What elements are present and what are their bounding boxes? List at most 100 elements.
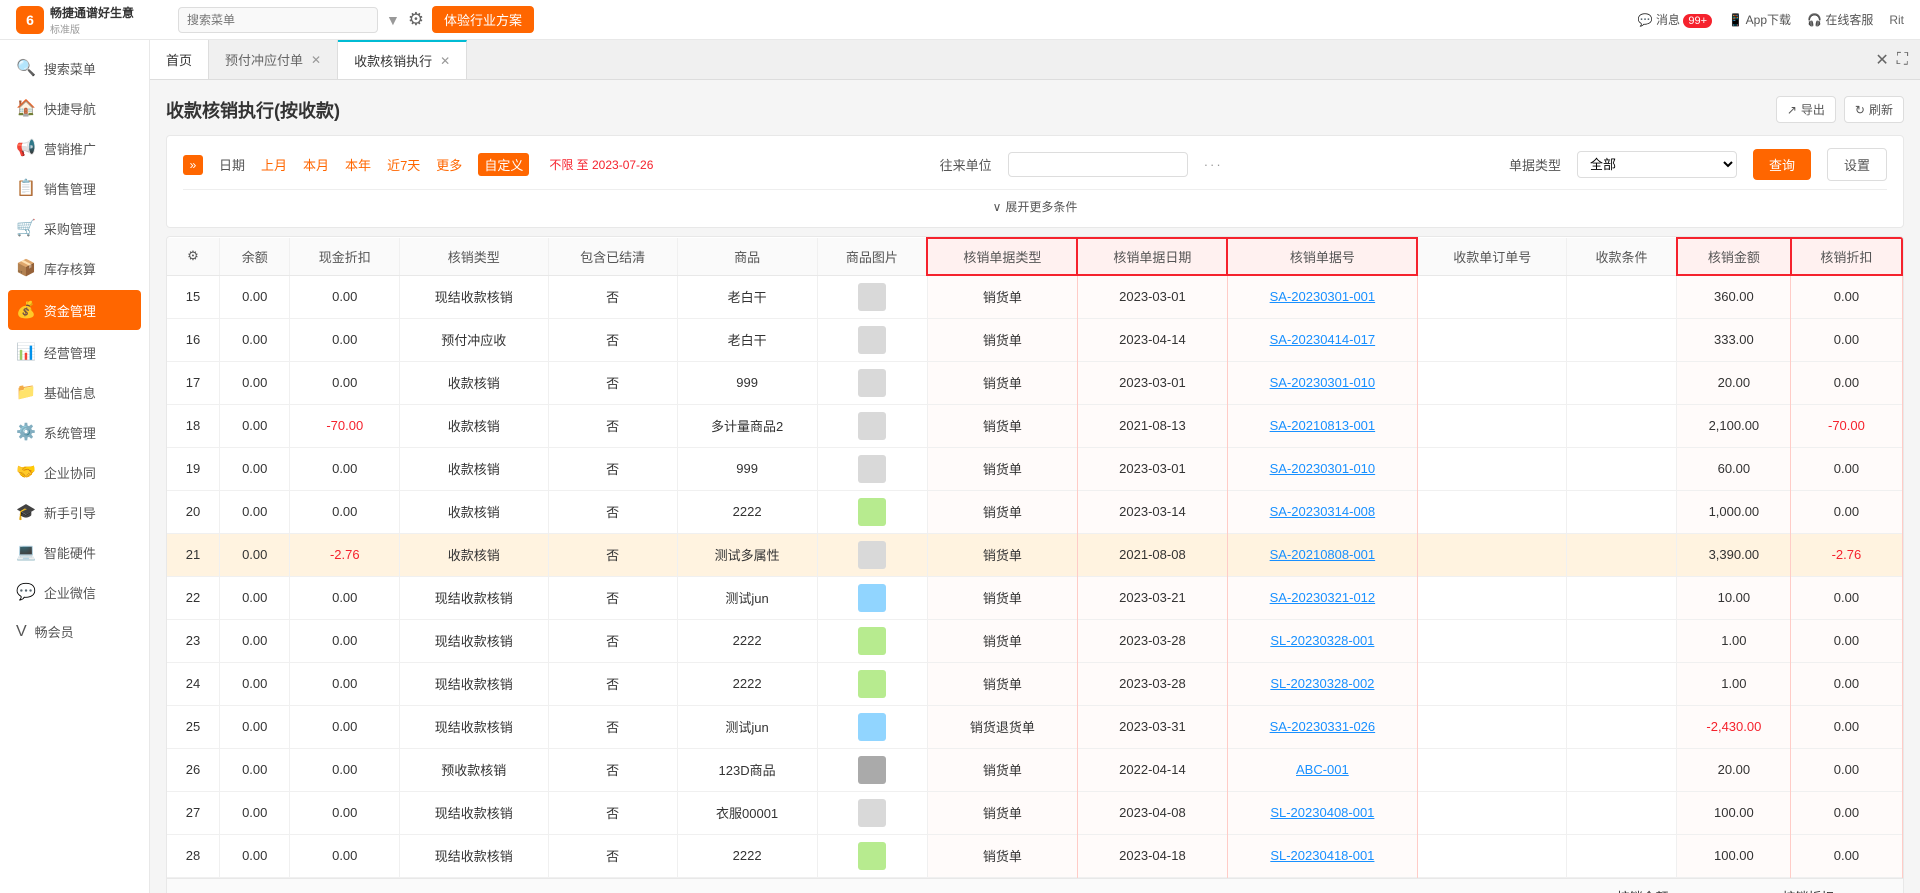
sidebar-item-智能硬件[interactable]: 💻智能硬件 xyxy=(0,532,149,572)
tab-收款核销执行[interactable]: 收款核销执行✕ xyxy=(338,40,467,79)
maximize-icon[interactable]: ⛶ xyxy=(1897,51,1908,69)
cell-receipt_order_no xyxy=(1417,748,1566,791)
cell-receipt_condition xyxy=(1567,705,1677,748)
settings-button[interactable]: 设置 xyxy=(1827,148,1887,181)
cell-verify_doc_date: 2022-04-14 xyxy=(1077,748,1227,791)
dropdown-arrow-icon[interactable]: ▼ xyxy=(386,12,400,28)
refresh-button[interactable]: ↻ 刷新 xyxy=(1844,96,1904,123)
message-icon[interactable]: 💬 消息 99+ xyxy=(1638,11,1712,28)
filter-this-year[interactable]: 本年 xyxy=(345,155,371,174)
cell-verify_doc_no[interactable]: SA-20210808-001 xyxy=(1227,533,1417,576)
sidebar-item-经营管理[interactable]: 📊经营管理 xyxy=(0,332,149,372)
cell-verify_amount: 2,100.00 xyxy=(1677,404,1791,447)
cell-verify_doc_no[interactable]: SL-20230418-001 xyxy=(1227,834,1417,877)
refresh-icon: ↻ xyxy=(1855,103,1865,117)
expand-more-button[interactable]: ∨ 展开更多条件 xyxy=(183,189,1887,215)
cell-product: 测试jun xyxy=(677,705,817,748)
solution-button[interactable]: 体验行业方案 xyxy=(432,6,534,33)
cell-product_image xyxy=(817,533,927,576)
filter-expand-button[interactable]: » xyxy=(183,155,203,175)
query-button[interactable]: 查询 xyxy=(1753,149,1811,180)
cell-product: 老白干 xyxy=(677,275,817,318)
cell-verify_type: 收款核销 xyxy=(400,447,549,490)
cell-no: 27 xyxy=(167,791,219,834)
cell-verify_doc_no[interactable]: SA-20230314-008 xyxy=(1227,490,1417,533)
cell-verify_doc_no[interactable]: SA-20230301-010 xyxy=(1227,447,1417,490)
filter-custom[interactable]: 自定义 xyxy=(478,153,529,176)
cell-verify_doc_no[interactable]: SA-20210813-001 xyxy=(1227,404,1417,447)
app-download-link[interactable]: 📱 App下载 xyxy=(1728,11,1791,28)
sidebar-item-采购管理[interactable]: 🛒采购管理 xyxy=(0,208,149,248)
cell-verify_amount: 20.00 xyxy=(1677,361,1791,404)
tab-close-icon[interactable]: ✕ xyxy=(311,53,321,67)
sidebar-item-库存核算[interactable]: 📦库存核算 xyxy=(0,248,149,288)
cell-no: 20 xyxy=(167,490,219,533)
tab-预付冲应付单[interactable]: 预付冲应付单✕ xyxy=(209,40,338,79)
cell-verify_discount: 0.00 xyxy=(1791,619,1902,662)
search-input[interactable] xyxy=(178,7,378,33)
cell-verify_doc_no[interactable]: SA-20230301-001 xyxy=(1227,275,1417,318)
sidebar-item-企业协同[interactable]: 🤝企业协同 xyxy=(0,452,149,492)
cell-product_image xyxy=(817,748,927,791)
close-window-icon[interactable]: ✕ xyxy=(1875,50,1888,70)
settings-icon[interactable]: ⚙ xyxy=(408,9,424,30)
sidebar-icon: 🛒 xyxy=(16,218,36,238)
cell-verify_doc_no[interactable]: SL-20230408-001 xyxy=(1227,791,1417,834)
sidebar-item-新手引导[interactable]: 🎓新手引导 xyxy=(0,492,149,532)
tab-close-icon[interactable]: ✕ xyxy=(440,54,450,68)
sidebar-item-label: 快捷导航 xyxy=(44,99,96,118)
cell-verify_doc_no[interactable]: SA-20230301-010 xyxy=(1227,361,1417,404)
sidebar-item-企业微信[interactable]: 💬企业微信 xyxy=(0,572,149,612)
cell-receipt_condition xyxy=(1567,576,1677,619)
product-image xyxy=(858,713,886,741)
cell-product_image xyxy=(817,662,927,705)
export-button[interactable]: ↗ 导出 xyxy=(1776,96,1836,123)
filter-7days[interactable]: 近7天 xyxy=(387,155,420,174)
sidebar-item-畅会员[interactable]: V畅会员 xyxy=(0,612,149,651)
cell-verify_doc_no[interactable]: SL-20230328-002 xyxy=(1227,662,1417,705)
filter-last-month[interactable]: 上月 xyxy=(261,155,287,174)
cell-no: 17 xyxy=(167,361,219,404)
sidebar-item-资金管理[interactable]: 💰资金管理 xyxy=(8,290,141,330)
cell-cash_discount: 0.00 xyxy=(290,576,400,619)
brand-sub: 标准版 xyxy=(50,21,134,36)
cell-verify_doc_no[interactable]: ABC-001 xyxy=(1227,748,1417,791)
cell-receipt_condition xyxy=(1567,662,1677,705)
cell-verify_discount: -70.00 xyxy=(1791,404,1902,447)
sidebar-item-系统管理[interactable]: ⚙️系统管理 xyxy=(0,412,149,452)
filter-this-month[interactable]: 本月 xyxy=(303,155,329,174)
cell-product_image xyxy=(817,447,927,490)
cell-receipt_order_no xyxy=(1417,533,1566,576)
cell-verify_doc_date: 2023-03-01 xyxy=(1077,447,1227,490)
sidebar-item-基础信息[interactable]: 📁基础信息 xyxy=(0,372,149,412)
cell-verify_doc_type: 销货单 xyxy=(927,533,1077,576)
cell-verify_doc_no[interactable]: SA-20230331-026 xyxy=(1227,705,1417,748)
from-unit-input[interactable] xyxy=(1008,152,1188,177)
tab-首页[interactable]: 首页 xyxy=(150,40,209,79)
table-row: 240.000.00现结收款核销否2222销货单2023-03-28SL-202… xyxy=(167,662,1902,705)
sidebar-item-搜索菜单[interactable]: 🔍搜索菜单 xyxy=(0,48,149,88)
table-row: 250.000.00现结收款核销否测试jun销货退货单2023-03-31SA-… xyxy=(167,705,1902,748)
filter-more[interactable]: 更多 xyxy=(436,155,462,174)
receipt-type-select[interactable]: 全部 xyxy=(1577,151,1737,178)
chevron-down-icon: ∨ xyxy=(993,200,1002,214)
cell-receipt_condition xyxy=(1567,748,1677,791)
page-header: 收款核销执行(按收款) ↗ 导出 ↻ 刷新 xyxy=(166,96,1904,123)
sidebar-icon: 🎓 xyxy=(16,502,36,522)
sidebar-item-label: 经营管理 xyxy=(44,343,96,362)
cell-verify_doc_type: 销货单 xyxy=(927,662,1077,705)
sidebar-item-销售管理[interactable]: 📋销售管理 xyxy=(0,168,149,208)
online-service-link[interactable]: 🎧 在线客服 xyxy=(1807,11,1873,28)
cell-product: 测试多属性 xyxy=(677,533,817,576)
table-row: 170.000.00收款核销否999销货单2023-03-01SA-202303… xyxy=(167,361,1902,404)
col-header-verify_discount: 核销折扣 xyxy=(1791,238,1902,275)
page-title: 收款核销执行(按收款) xyxy=(166,97,340,123)
cell-verify_doc_no[interactable]: SA-20230321-012 xyxy=(1227,576,1417,619)
cell-verify_doc_no[interactable]: SL-20230328-001 xyxy=(1227,619,1417,662)
cell-cash_discount: 0.00 xyxy=(290,748,400,791)
sidebar-item-营销推广[interactable]: 📢营销推广 xyxy=(0,128,149,168)
cell-no: 18 xyxy=(167,404,219,447)
sidebar-item-快捷导航[interactable]: 🏠快捷导航 xyxy=(0,88,149,128)
cell-verify_type: 收款核销 xyxy=(400,533,549,576)
cell-verify_doc_no[interactable]: SA-20230414-017 xyxy=(1227,318,1417,361)
